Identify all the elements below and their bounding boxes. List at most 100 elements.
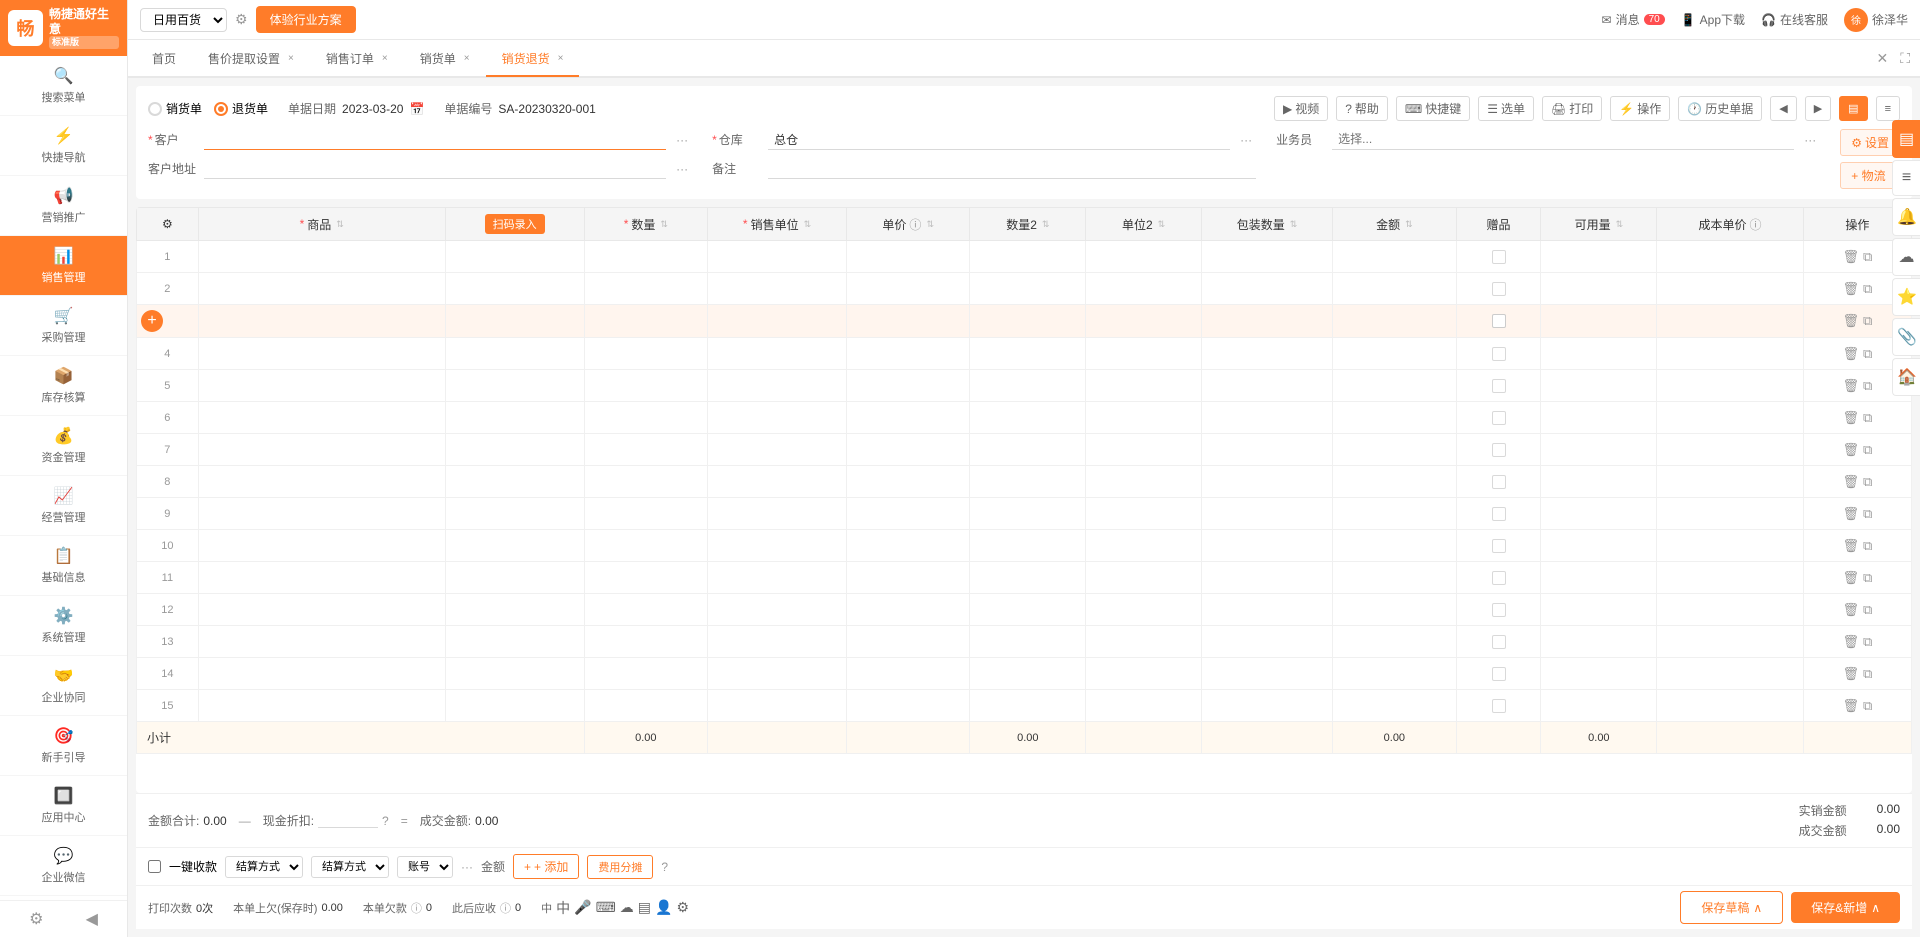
sidebar-item-finance[interactable]: 💰 资金管理 (0, 416, 127, 476)
user-menu[interactable]: 徐 徐泽华 (1844, 8, 1908, 32)
copy-row-1-btn[interactable]: ⧉ (1863, 249, 1872, 265)
topbar-gear-icon[interactable]: ⚙ (235, 11, 248, 28)
delete-row-14-btn[interactable]: 🗑 (1843, 666, 1860, 682)
delete-row-11-btn[interactable]: 🗑 (1843, 570, 1860, 586)
btn-history[interactable]: 🕐 历史单据 (1678, 96, 1762, 121)
th-price[interactable]: 单价 ⓘ ⇅ (846, 208, 969, 241)
right-panel-btn-4[interactable]: ☁ (1892, 238, 1920, 276)
btn-next[interactable]: ▶ (1805, 96, 1831, 121)
btn-prev[interactable]: ◀ (1770, 96, 1796, 121)
copy-row-4-btn[interactable]: ⧉ (1863, 346, 1872, 362)
gift-checkbox-4[interactable] (1492, 347, 1506, 361)
btn-form-view[interactable]: ≡ (1876, 96, 1900, 121)
tab-close-sales-return[interactable]: × (558, 53, 564, 64)
row-unit2-2[interactable] (1086, 273, 1202, 305)
scan-btn[interactable]: 扫码录入 (485, 214, 545, 234)
gift-checkbox-7[interactable] (1492, 443, 1506, 457)
delete-row-4-btn[interactable]: 🗑 (1843, 346, 1860, 362)
copy-row-3-btn[interactable]: ⧉ (1863, 313, 1872, 329)
row-product-2[interactable] (198, 273, 445, 305)
cloud-btn[interactable]: ☁ (620, 899, 634, 916)
th-avail[interactable]: 可用量 ⇅ (1541, 208, 1657, 241)
table-wrap[interactable]: ⚙ * 商品 ⇅ 扫码录入 (136, 207, 1912, 793)
row-unit-3[interactable] (708, 305, 847, 338)
tab-sales-order[interactable]: 销售订单 × (310, 42, 404, 77)
message-btn[interactable]: ✉ 消息 70 (1602, 11, 1665, 28)
sidebar-settings-btn[interactable]: ⚙ (29, 909, 43, 929)
row-pkg-3[interactable] (1201, 305, 1332, 338)
gift-checkbox-11[interactable] (1492, 571, 1506, 585)
right-panel-btn-6[interactable]: 📎 (1892, 318, 1920, 356)
row-product-input-3[interactable] (203, 314, 441, 328)
row-qty2-2[interactable] (970, 273, 1086, 305)
calendar-icon[interactable]: 📅 (409, 102, 424, 116)
warehouse-dots[interactable]: ··· (1236, 133, 1256, 147)
ime-btn[interactable]: 中 (556, 898, 570, 918)
th-qty[interactable]: * 数量 ⇅ (584, 208, 707, 241)
delete-row-2-btn[interactable]: 🗑 (1843, 281, 1860, 297)
experience-btn[interactable]: 体验行业方案 (256, 6, 356, 33)
row-amount-3[interactable] (1333, 305, 1456, 338)
gift-checkbox-5[interactable] (1492, 379, 1506, 393)
row-price-3[interactable] (846, 305, 969, 338)
row-product-3[interactable] (198, 305, 445, 338)
row-add-btn-cell[interactable]: + (137, 305, 199, 338)
tab-maximize-btn[interactable]: ⛶ (1898, 48, 1912, 69)
row-unit2-3[interactable] (1086, 305, 1202, 338)
sidebar-item-purchase[interactable]: 🛒 采购管理 (0, 296, 127, 356)
copy-row-7-btn[interactable]: ⧉ (1863, 442, 1872, 458)
row-amount-1[interactable] (1333, 241, 1456, 273)
right-panel-btn-1[interactable]: ▤ (1892, 120, 1920, 158)
gift-checkbox-8[interactable] (1492, 475, 1506, 489)
save-new-btn[interactable]: 保存&新增 ∧ (1791, 892, 1900, 923)
row-unit-2[interactable] (708, 273, 847, 305)
th-cost[interactable]: 成本单价 ⓘ (1657, 208, 1804, 241)
gift-checkbox-12[interactable] (1492, 603, 1506, 617)
tab-sales-shipment[interactable]: 销货单 × (404, 42, 486, 77)
th-gear[interactable]: ⚙ (137, 208, 199, 241)
th-gift[interactable]: 赠品 (1456, 208, 1541, 241)
copy-row-6-btn[interactable]: ⧉ (1863, 410, 1872, 426)
radio-sales[interactable]: 销货单 (148, 100, 202, 117)
btn-print[interactable]: 🖨 打印 (1542, 96, 1602, 121)
sidebar-item-basic[interactable]: 📋 基础信息 (0, 536, 127, 596)
payment-method-select[interactable]: 结算方式 (225, 856, 303, 878)
sidebar-item-system[interactable]: ⚙️ 系统管理 (0, 596, 127, 656)
radio-return[interactable]: 退货单 (214, 100, 268, 117)
delete-row-3-btn[interactable]: 🗑 (1843, 313, 1860, 329)
delete-row-12-btn[interactable]: 🗑 (1843, 602, 1860, 618)
sidebar-item-enterprise[interactable]: 🤝 企业协同 (0, 656, 127, 716)
btn-video[interactable]: ▶ 视频 (1274, 96, 1328, 121)
delete-row-10-btn[interactable]: 🗑 (1843, 538, 1860, 554)
copy-row-12-btn[interactable]: ⧉ (1863, 602, 1872, 618)
row-cost-1[interactable] (1657, 241, 1804, 273)
account-select[interactable]: 账号 (397, 856, 453, 878)
btn-help[interactable]: ? 帮助 (1336, 96, 1388, 121)
right-panel-btn-3[interactable]: 🔔 (1892, 198, 1920, 236)
row-pkg-1[interactable] (1201, 241, 1332, 273)
warehouse-input[interactable] (768, 129, 1230, 150)
calc-method-select[interactable]: 结算方式 (311, 856, 389, 878)
cash-discount-input[interactable] (318, 813, 378, 828)
tab-sales-return[interactable]: 销货退货 × (486, 42, 580, 77)
tab-close-all-btn[interactable]: ✕ (1874, 48, 1890, 69)
copy-row-10-btn[interactable]: ⧉ (1863, 538, 1872, 554)
mic-btn[interactable]: 🎤 (574, 899, 591, 916)
sidebar-item-operation[interactable]: 📈 经营管理 (0, 476, 127, 536)
sidebar-item-wechat[interactable]: 💬 企业微信 (0, 836, 127, 896)
note-input[interactable] (768, 158, 1256, 179)
gift-checkbox-2[interactable] (1492, 282, 1506, 296)
person-btn[interactable]: 👤 (655, 899, 672, 916)
delete-row-7-btn[interactable]: 🗑 (1843, 442, 1860, 458)
row-avail-1[interactable] (1541, 241, 1657, 273)
industry-select[interactable]: 日用百货 (140, 8, 227, 32)
sidebar-item-sales[interactable]: 📊 销售管理 (0, 236, 127, 296)
sidebar-collapse-btn[interactable]: ◀ (86, 909, 98, 929)
row-gift-2[interactable] (1456, 273, 1541, 305)
row-qty-3[interactable] (584, 305, 707, 338)
sidebar-item-shortcut[interactable]: ⚡ 快捷导航 (0, 116, 127, 176)
app-download-btn[interactable]: 📱 App下载 (1681, 11, 1745, 28)
sidebar-item-search[interactable]: 🔍 搜索菜单 (0, 56, 127, 116)
copy-row-11-btn[interactable]: ⧉ (1863, 570, 1872, 586)
customer-dots[interactable]: ··· (672, 133, 692, 147)
